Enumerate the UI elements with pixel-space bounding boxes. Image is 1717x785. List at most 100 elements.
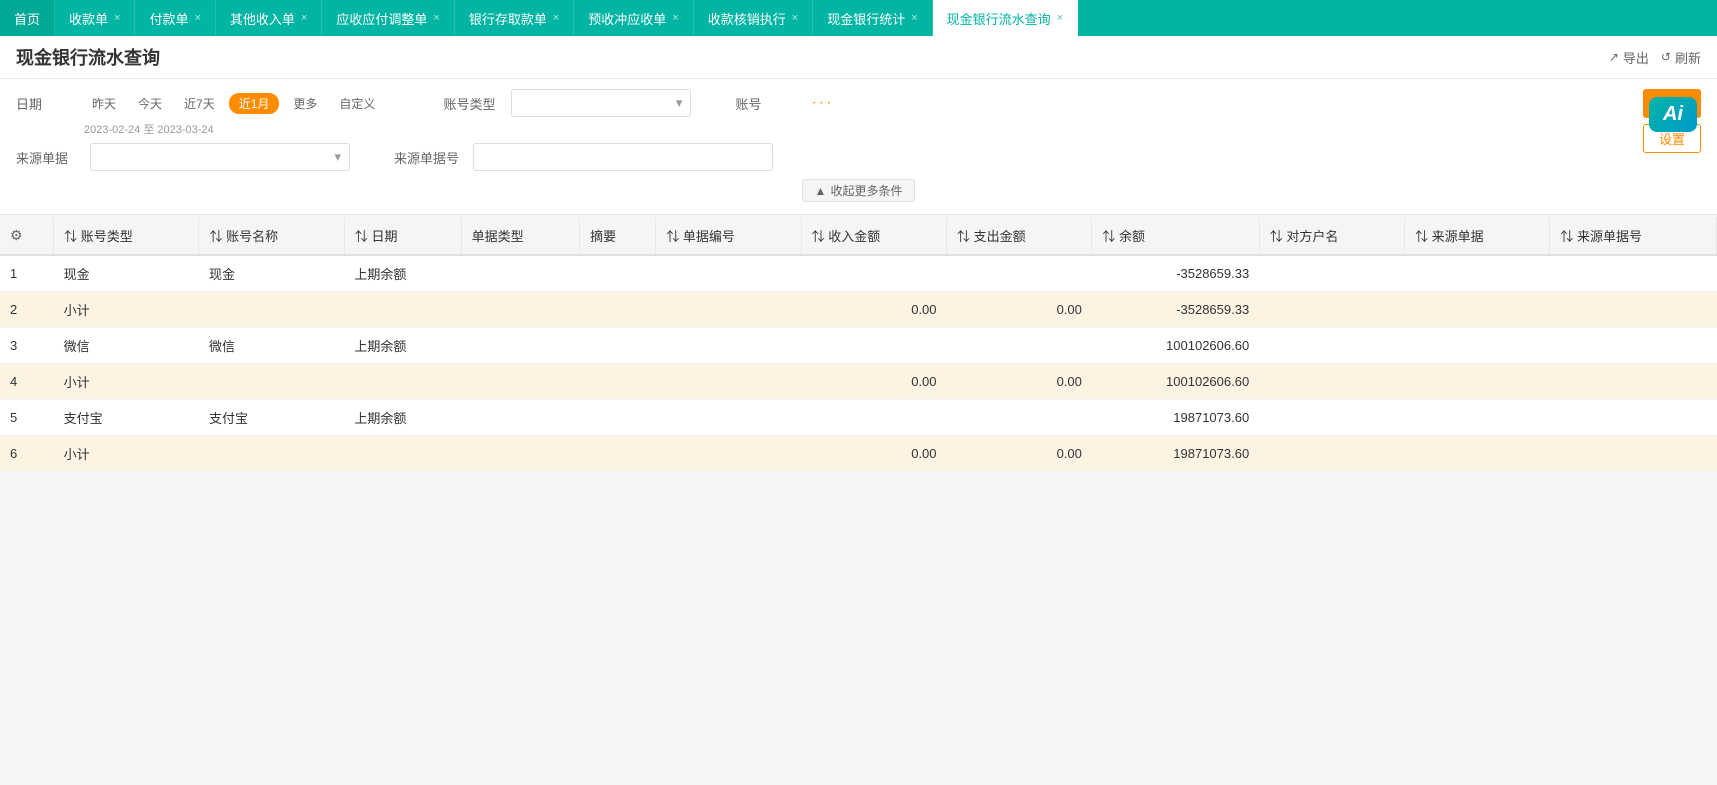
table-cell	[1550, 364, 1717, 400]
col-gear[interactable]: ⚙	[0, 217, 54, 255]
refresh-icon: ↺	[1661, 50, 1671, 64]
col-source-doc[interactable]: ⇅ 来源单据	[1405, 217, 1550, 255]
col-source-doc-no[interactable]: ⇅ 来源单据号	[1550, 217, 1717, 255]
nav-tab-writeoff[interactable]: 收款核销执行 ×	[694, 0, 813, 36]
date-7days[interactable]: 近7天	[176, 93, 223, 114]
account-type-select[interactable]: ▾	[511, 89, 691, 117]
ai-badge[interactable]: Ai	[1649, 97, 1697, 132]
source-doc-label: 来源单据	[16, 148, 76, 167]
col-summary[interactable]: 摘要	[580, 217, 656, 255]
export-button[interactable]: ↗ 导出	[1609, 48, 1649, 67]
table-cell: -3528659.33	[1092, 292, 1259, 328]
table-cell	[199, 292, 344, 328]
date-custom[interactable]: 自定义	[331, 93, 383, 114]
table-cell	[656, 328, 801, 364]
col-counterparty[interactable]: ⇅ 对方户名	[1259, 217, 1404, 255]
nav-tab-ar-adjust-close[interactable]: ×	[433, 12, 439, 24]
nav-tab-other-income-close[interactable]: ×	[301, 12, 307, 24]
export-icon: ↗	[1609, 50, 1619, 64]
header-actions: ↗ 导出 ↺ 刷新	[1609, 48, 1701, 67]
col-doc-type[interactable]: 单据类型	[461, 217, 579, 255]
col-income[interactable]: ⇅ 收入金额	[801, 217, 946, 255]
nav-tab-receipt-close[interactable]: ×	[114, 12, 120, 24]
table-cell	[656, 292, 801, 328]
table-cell: 19871073.60	[1092, 400, 1259, 436]
nav-tab-cash-flow[interactable]: 现金银行流水查询 ×	[933, 0, 1078, 36]
refresh-label: 刷新	[1675, 48, 1701, 67]
nav-tab-cash-stat[interactable]: 现金银行统计 ×	[813, 0, 932, 36]
table-cell: 小计	[54, 364, 199, 400]
table-cell	[656, 436, 801, 472]
nav-tab-cash-stat-close[interactable]: ×	[911, 12, 917, 24]
col-doc-no[interactable]: ⇅ 单据编号	[656, 217, 801, 255]
col-date[interactable]: ⇅ 日期	[344, 217, 461, 255]
table-cell: 上期余额	[344, 400, 461, 436]
table-cell: 5	[0, 400, 54, 436]
table-cell: 1	[0, 255, 54, 292]
source-doc-select[interactable]: ▾	[90, 143, 350, 171]
nav-tab-payment[interactable]: 付款单 ×	[135, 0, 215, 36]
table-cell: 3	[0, 328, 54, 364]
table-cell	[580, 292, 656, 328]
export-label: 导出	[1623, 48, 1649, 67]
table-cell	[344, 364, 461, 400]
col-balance[interactable]: ⇅ 余额	[1092, 217, 1259, 255]
table-cell	[461, 255, 579, 292]
nav-tab-ar-adjust-label: 应收应付调整单	[336, 9, 427, 28]
date-1month[interactable]: 近1月	[229, 93, 280, 114]
table-cell: 上期余额	[344, 255, 461, 292]
col-account-name[interactable]: ⇅ 账号名称	[199, 217, 344, 255]
nav-tab-bank-deposit-close[interactable]: ×	[553, 12, 559, 24]
table-cell: 支付宝	[54, 400, 199, 436]
table-cell: -3528659.33	[1092, 255, 1259, 292]
col-source-doc-no-label: ⇅ 来源单据号	[1560, 229, 1642, 244]
col-expense-label: ⇅ 支出金额	[957, 229, 1026, 244]
nav-tab-payment-close[interactable]: ×	[194, 12, 200, 24]
table-cell: 0.00	[801, 436, 946, 472]
table-cell: 现金	[199, 255, 344, 292]
nav-tab-receipt[interactable]: 收款单 ×	[55, 0, 135, 36]
table-cell: 微信	[199, 328, 344, 364]
account-type-arrow: ▾	[676, 95, 683, 111]
nav-tab-prepay[interactable]: 预收冲应收单 ×	[574, 0, 693, 36]
table-cell	[1259, 292, 1404, 328]
col-income-label: ⇅ 收入金额	[812, 229, 881, 244]
table-cell	[580, 255, 656, 292]
collapse-button[interactable]: ▲ 收起更多条件	[802, 179, 916, 202]
table-row: 4小计0.000.00100102606.60	[0, 364, 1717, 400]
date-range-display: 2023-02-24 至 2023-03-24	[84, 121, 1623, 137]
ai-badge-label: Ai	[1663, 103, 1683, 125]
table-cell: 小计	[54, 436, 199, 472]
col-summary-label: 摘要	[590, 229, 616, 244]
table-cell	[199, 364, 344, 400]
nav-tab-ar-adjust[interactable]: 应收应付调整单 ×	[322, 0, 454, 36]
table-cell	[801, 255, 946, 292]
date-today[interactable]: 今天	[130, 93, 170, 114]
col-balance-label: ⇅ 余额	[1102, 229, 1145, 244]
table-cell	[1405, 400, 1550, 436]
nav-home[interactable]: 首页	[0, 0, 55, 36]
col-expense[interactable]: ⇅ 支出金额	[947, 217, 1092, 255]
account-no-label: 账号	[735, 94, 795, 113]
table-body: 1现金现金上期余额-3528659.332小计0.000.00-3528659.…	[0, 255, 1717, 472]
table-cell	[801, 400, 946, 436]
date-options: 昨天 今天 近7天 近1月 更多 自定义	[84, 93, 383, 114]
filter-top-row: 日期 昨天 今天 近7天 近1月 更多 自定义 账号类型 ▾	[16, 89, 1701, 175]
refresh-button[interactable]: ↺ 刷新	[1661, 48, 1701, 67]
col-account-type[interactable]: ⇅ 账号类型	[54, 217, 199, 255]
nav-tab-cash-flow-close[interactable]: ×	[1057, 12, 1063, 24]
nav-tab-writeoff-close[interactable]: ×	[792, 12, 798, 24]
account-no-ellipsis[interactable]: ···	[811, 94, 833, 112]
col-date-label: ⇅ 日期	[355, 229, 398, 244]
nav-tab-bank-deposit[interactable]: 银行存取款单 ×	[455, 0, 574, 36]
date-yesterday[interactable]: 昨天	[84, 93, 124, 114]
table-row: 2小计0.000.00-3528659.33	[0, 292, 1717, 328]
nav-tab-other-income[interactable]: 其他收入单 ×	[216, 0, 322, 36]
table-cell	[656, 400, 801, 436]
nav-tab-cash-flow-label: 现金银行流水查询	[947, 9, 1051, 28]
date-more[interactable]: 更多	[285, 93, 325, 114]
collapse-bar: ▲ 收起更多条件	[16, 175, 1701, 208]
source-doc-no-input[interactable]	[473, 143, 773, 171]
nav-tab-prepay-close[interactable]: ×	[672, 12, 678, 24]
col-account-name-label: ⇅ 账号名称	[209, 229, 278, 244]
